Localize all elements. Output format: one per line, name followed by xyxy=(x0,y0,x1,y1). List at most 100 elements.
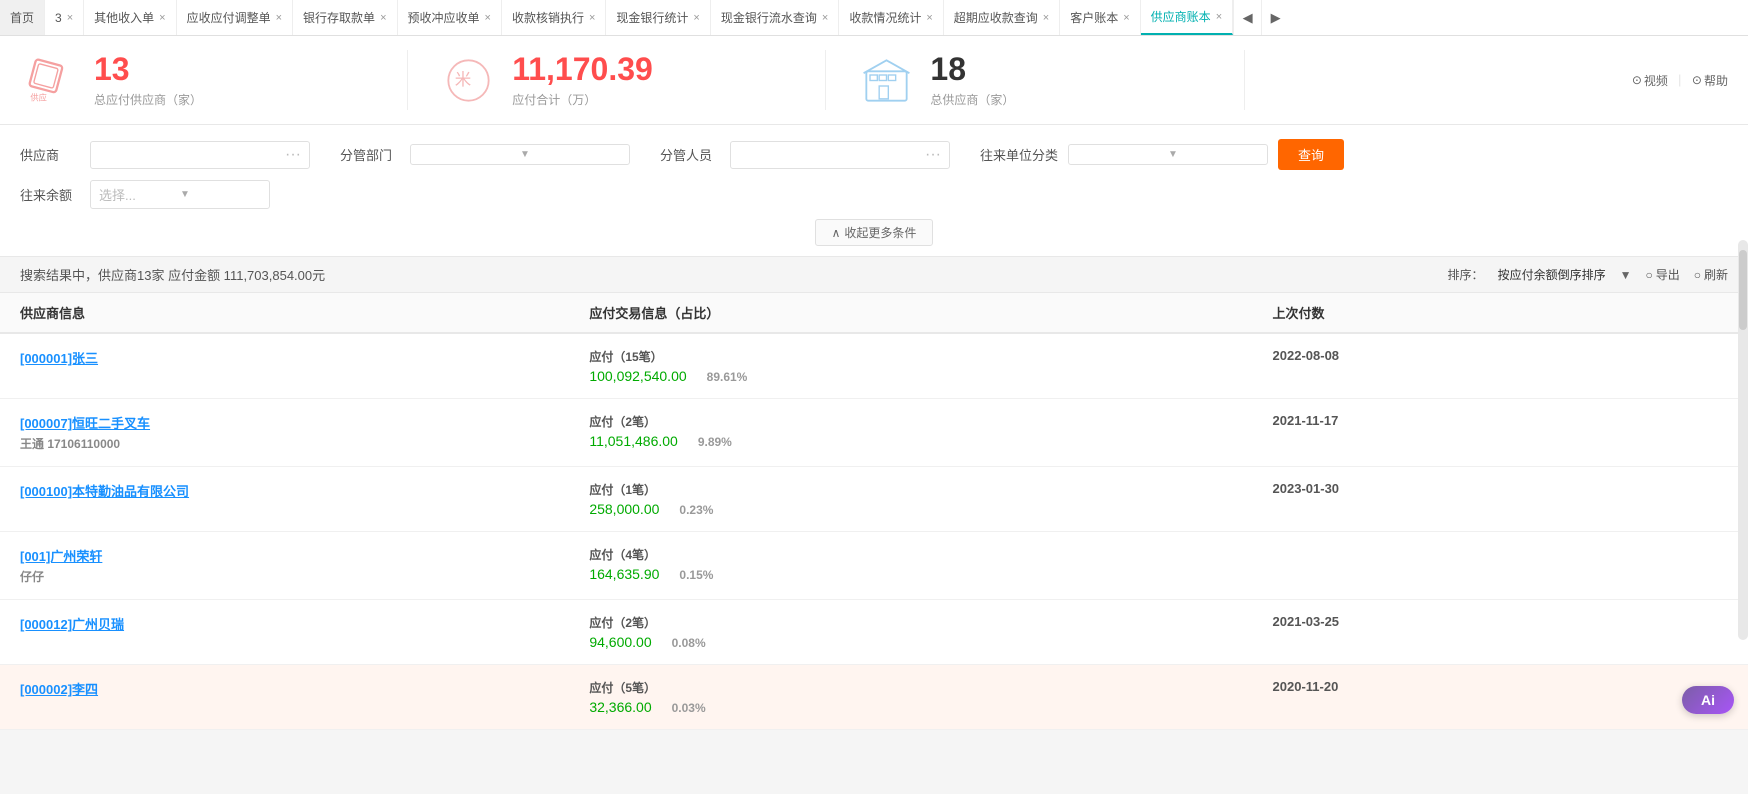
export-button[interactable]: ○ 导出 xyxy=(1645,266,1679,283)
supplier-info-6: [000002]李四 xyxy=(20,679,589,698)
summary-card-total-payable: 米 11,170.39 应付合计（万） xyxy=(438,50,826,110)
result-bar: 搜索结果中，供应商13家 应付金额 111,703,854.00元 排序： 按应… xyxy=(0,257,1748,293)
filter-area: 供应商 ··· 分管部门 ▼ 分管人员 ··· 往来单位分类 ▼ 查询 往来余额… xyxy=(0,125,1748,257)
lastpay-1: 2022-08-08 xyxy=(1273,348,1728,363)
balance-select[interactable]: 选择... ▼ xyxy=(90,180,270,209)
query-button[interactable]: 查询 xyxy=(1278,139,1344,170)
nav-overdue-query[interactable]: 超期应收款查询 × xyxy=(944,0,1060,35)
nav-ar-ap-adjust[interactable]: 应收应付调整单 × xyxy=(177,0,293,35)
scrollbar-thumb[interactable] xyxy=(1739,250,1747,330)
nav-receipt-stat[interactable]: 收款情况统计 × xyxy=(839,0,943,35)
filter-label-unit-cat: 往来单位分类 xyxy=(980,145,1058,164)
manager-input-wrap[interactable]: ··· xyxy=(730,141,950,169)
nav-cash-bank-stat[interactable]: 现金银行统计 × xyxy=(606,0,710,35)
supplier-link-1[interactable]: [000001]张三 xyxy=(20,348,589,367)
nav-supplier-ledger[interactable]: 供应商账本 × xyxy=(1141,0,1233,35)
nav-prev-arrow[interactable]: ◀ xyxy=(1233,0,1261,35)
video-link[interactable]: 视频 xyxy=(1644,72,1668,89)
nav-next-arrow[interactable]: ▶ xyxy=(1261,0,1289,35)
trans-amount-5: 94,600.00 xyxy=(589,634,651,650)
filter-label-supplier: 供应商 xyxy=(20,145,80,164)
nav-customer-ledger[interactable]: 客户账本 × xyxy=(1060,0,1140,35)
balance-placeholder: 选择... xyxy=(99,185,180,204)
trans-row-2: 11,051,486.00 9.89% xyxy=(589,430,1272,449)
trans-label-3: 应付（1笔） xyxy=(589,481,1272,498)
close-icon[interactable]: × xyxy=(926,12,932,24)
supplier-link-5[interactable]: [000012]广州贝瑞 xyxy=(20,614,589,633)
supplier-link-6[interactable]: [000002]李四 xyxy=(20,679,589,698)
table-row[interactable]: [000002]李四 应付（5笔） 32,366.00 0.03% 2020-1… xyxy=(0,665,1748,730)
trans-amount-3: 258,000.00 xyxy=(589,501,659,517)
close-icon[interactable]: × xyxy=(67,12,73,24)
nav-home[interactable]: 首页 xyxy=(0,0,45,35)
nav-bank-deposit[interactable]: 银行存取款单 × xyxy=(293,0,397,35)
manager-input[interactable] xyxy=(739,147,925,162)
table-row[interactable]: [000007]恒旺二手叉车 王通 17106110000 应付（2笔） 11,… xyxy=(0,399,1748,467)
nav-tab-3[interactable]: 3 × xyxy=(45,0,84,35)
trans-label-5: 应付（2笔） xyxy=(589,614,1272,631)
top-navigation: 首页 3 × 其他收入单 × 应收应付调整单 × 银行存取款单 × 预收冲应收单… xyxy=(0,0,1748,36)
trans-amount-4: 164,635.90 xyxy=(589,566,659,582)
trans-label-1: 应付（15笔） xyxy=(589,348,1272,365)
vertical-scrollbar[interactable] xyxy=(1738,240,1748,640)
table-row[interactable]: [001]广州荣轩 仔仔 应付（4笔） 164,635.90 0.15% xyxy=(0,532,1748,600)
lastpay-2: 2021-11-17 xyxy=(1273,413,1728,428)
unit-cat-select[interactable]: ▼ xyxy=(1068,144,1268,165)
table-row[interactable]: [000012]广州贝瑞 应付（2笔） 94,600.00 0.08% 2021… xyxy=(0,600,1748,665)
chevron-down-icon-sort: ▼ xyxy=(1620,268,1632,282)
column-header-supplier: 供应商信息 xyxy=(20,303,589,322)
nav-tab-3-label: 3 xyxy=(55,11,62,25)
division-select[interactable]: ▼ xyxy=(410,144,630,165)
manager-dots-icon[interactable]: ··· xyxy=(925,146,941,164)
trans-row-6: 32,366.00 0.03% xyxy=(589,696,1272,715)
transaction-info-6: 应付（5笔） 32,366.00 0.03% xyxy=(589,679,1272,715)
supplier-link-2[interactable]: [000007]恒旺二手叉车 xyxy=(20,413,589,432)
close-icon[interactable]: × xyxy=(589,12,595,24)
total-payable-label: 应付合计（万） xyxy=(512,91,653,108)
help-link[interactable]: 帮助 xyxy=(1704,72,1728,89)
table-row[interactable]: [000100]本特勤油品有限公司 应付（1笔） 258,000.00 0.23… xyxy=(0,467,1748,532)
nav-payment-exec-label: 收款核销执行 xyxy=(512,9,584,26)
supplier-dots-icon[interactable]: ··· xyxy=(285,146,301,164)
ai-button[interactable]: Ai xyxy=(1682,686,1734,714)
filter-row-2: 往来余额 选择... ▼ xyxy=(20,180,1728,209)
column-header-transaction: 应付交易信息（占比） xyxy=(589,303,1272,322)
nav-prepay-offset[interactable]: 预收冲应收单 × xyxy=(398,0,502,35)
supplier-input[interactable] xyxy=(99,147,285,162)
close-icon[interactable]: × xyxy=(1123,12,1129,24)
data-table: 供应商信息 应付交易信息（占比） 上次付数 [000001]张三 应付（15笔）… xyxy=(0,293,1748,730)
collapse-label: 收起更多条件 xyxy=(844,224,916,241)
close-icon[interactable]: × xyxy=(1216,11,1222,23)
payable-suppliers-count: 13 xyxy=(94,52,202,87)
trans-pct-1: 89.61% xyxy=(707,370,748,384)
supplier-link-4[interactable]: [001]广州荣轩 xyxy=(20,546,589,565)
close-icon[interactable]: × xyxy=(693,12,699,24)
summary-info-total-payable: 11,170.39 应付合计（万） xyxy=(512,52,653,108)
lastpay-3: 2023-01-30 xyxy=(1273,481,1728,496)
ai-label: Ai xyxy=(1701,692,1715,708)
close-icon[interactable]: × xyxy=(159,12,165,24)
sort-value[interactable]: 按应付余额倒序排序 xyxy=(1498,266,1606,283)
nav-cash-flow-query[interactable]: 现金银行流水查询 × xyxy=(711,0,839,35)
nav-payment-exec[interactable]: 收款核销执行 × xyxy=(502,0,606,35)
result-summary-text: 搜索结果中，供应商13家 应付金额 111,703,854.00元 xyxy=(20,265,325,284)
trans-row-5: 94,600.00 0.08% xyxy=(589,631,1272,650)
nav-other-income[interactable]: 其他收入单 × xyxy=(84,0,176,35)
sort-label: 排序： xyxy=(1448,266,1484,283)
close-icon[interactable]: × xyxy=(1043,12,1049,24)
refresh-button[interactable]: ○ 刷新 xyxy=(1694,266,1728,283)
total-suppliers-label: 总供应商（家） xyxy=(930,91,1014,108)
close-icon[interactable]: × xyxy=(276,12,282,24)
supplier-info-4: [001]广州荣轩 仔仔 xyxy=(20,546,589,585)
trans-label-2: 应付（2笔） xyxy=(589,413,1272,430)
supplier-link-3[interactable]: [000100]本特勤油品有限公司 xyxy=(20,481,589,500)
chevron-down-icon-2: ▼ xyxy=(1168,149,1259,160)
collapse-filter-button[interactable]: ∧ 收起更多条件 xyxy=(815,219,934,246)
nav-prepay-offset-label: 预收冲应收单 xyxy=(408,9,480,26)
close-icon[interactable]: × xyxy=(822,12,828,24)
trans-row-1: 100,092,540.00 89.61% xyxy=(589,365,1272,384)
table-row[interactable]: [000001]张三 应付（15笔） 100,092,540.00 89.61%… xyxy=(0,334,1748,399)
supplier-input-wrap[interactable]: ··· xyxy=(90,141,310,169)
close-icon[interactable]: × xyxy=(485,12,491,24)
close-icon[interactable]: × xyxy=(380,12,386,24)
